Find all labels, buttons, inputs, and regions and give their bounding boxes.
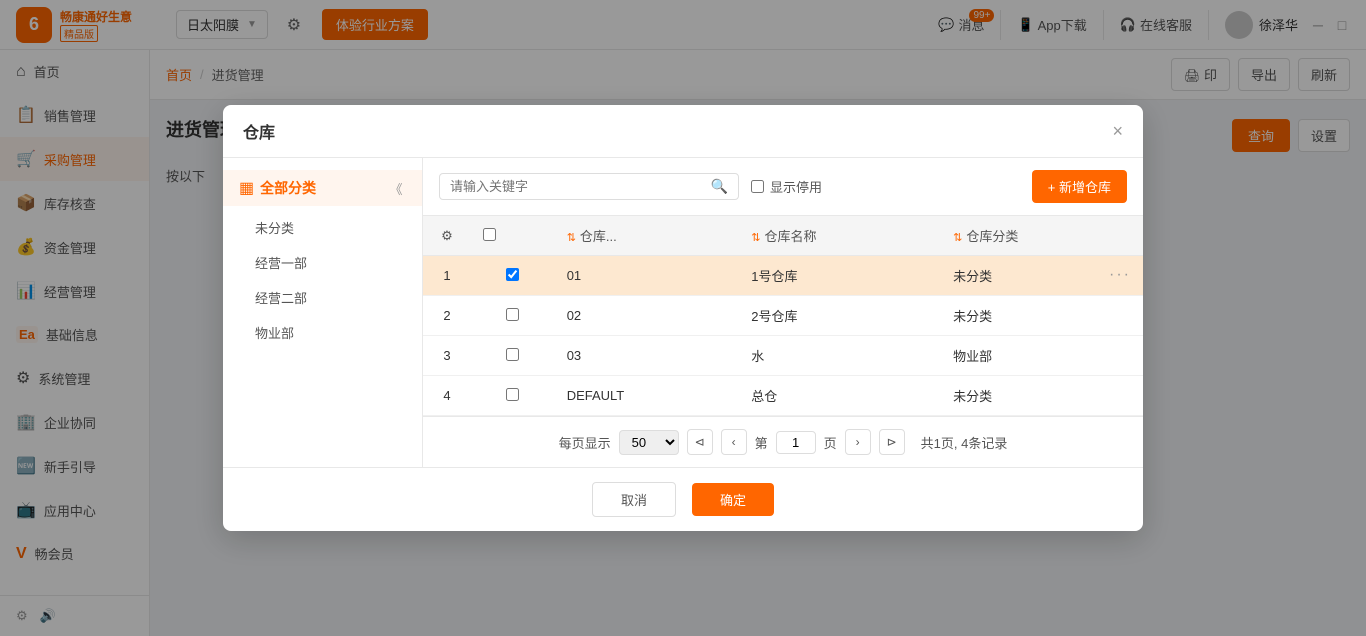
grid-icon: ▦ — [239, 178, 254, 198]
td-category: 未分类··· — [941, 256, 1143, 296]
category-item-ops1[interactable]: 经营一部 — [223, 245, 422, 280]
td-index: 1 — [423, 256, 471, 296]
prev-page-button[interactable]: ‹ — [721, 429, 747, 455]
td-name: 1号仓库 — [739, 256, 941, 296]
new-warehouse-button[interactable]: + 新增仓库 — [1032, 170, 1127, 203]
td-checkbox[interactable] — [471, 376, 555, 416]
td-code: 02 — [555, 296, 740, 336]
show-disabled-checkbox[interactable] — [751, 180, 764, 193]
gear-column-icon: ⚙ — [441, 228, 453, 243]
td-name: 2号仓库 — [739, 296, 941, 336]
modal-body: ▦ 全部分类 《 未分类 经营一部 经营二部 物业部 🔍 — [223, 158, 1143, 467]
warehouse-table: ⚙ ⇅仓库... ⇅仓库名称 ⇅仓库分类 1 01 1号仓库 未分类··· 2 … — [423, 216, 1143, 416]
th-category[interactable]: ⇅仓库分类 — [941, 216, 1143, 256]
th-code[interactable]: ⇅仓库... — [555, 216, 740, 256]
td-category: 未分类 — [941, 376, 1143, 416]
show-disabled-label: 显示停用 — [770, 177, 822, 196]
row-checkbox[interactable] — [506, 348, 519, 361]
th-checkbox — [471, 216, 555, 256]
table-row[interactable]: 1 01 1号仓库 未分类··· — [423, 256, 1143, 296]
category-header[interactable]: ▦ 全部分类 《 — [223, 170, 422, 206]
page-number-input[interactable] — [776, 431, 816, 454]
collapse-button[interactable]: 《 — [386, 178, 406, 198]
total-info: 共1页, 4条记录 — [921, 433, 1008, 452]
row-actions-button[interactable]: ··· — [1109, 266, 1131, 284]
confirm-button[interactable]: 确定 — [692, 483, 774, 516]
td-category: 物业部 — [941, 336, 1143, 376]
search-input-wrap[interactable]: 🔍 — [439, 173, 739, 200]
select-all-checkbox[interactable] — [483, 228, 496, 241]
category-header-label: 全部分类 — [260, 178, 316, 198]
td-checkbox[interactable] — [471, 256, 555, 296]
td-index: 2 — [423, 296, 471, 336]
td-code: 01 — [555, 256, 740, 296]
modal-footer: 取消 确定 — [223, 467, 1143, 531]
td-checkbox[interactable] — [471, 296, 555, 336]
sort-name-icon: ⇅ — [751, 232, 760, 244]
show-disabled-checkbox-label[interactable]: 显示停用 — [751, 177, 822, 196]
td-category: 未分类 — [941, 296, 1143, 336]
td-code: DEFAULT — [555, 376, 740, 416]
table-wrap: ⚙ ⇅仓库... ⇅仓库名称 ⇅仓库分类 1 01 1号仓库 未分类··· 2 … — [423, 216, 1143, 416]
td-index: 4 — [423, 376, 471, 416]
category-list: 未分类 经营一部 经营二部 物业部 — [223, 206, 422, 354]
search-icon: 🔍 — [711, 178, 728, 195]
right-panel: 🔍 显示停用 + 新增仓库 ⚙ — [423, 158, 1143, 467]
pagination: 每页显示 50 100 200 ⊲ ‹ 第 页 › ⊳ 共1页, 4条记录 — [423, 416, 1143, 467]
row-checkbox[interactable] — [506, 268, 519, 281]
next-page-button[interactable]: › — [845, 429, 871, 455]
search-bar: 🔍 显示停用 + 新增仓库 — [423, 158, 1143, 216]
td-index: 3 — [423, 336, 471, 376]
th-gear[interactable]: ⚙ — [423, 216, 471, 256]
category-panel: ▦ 全部分类 《 未分类 经营一部 经营二部 物业部 — [223, 158, 423, 467]
page-label: 第 — [755, 433, 768, 452]
td-checkbox[interactable] — [471, 336, 555, 376]
table-row[interactable]: 2 02 2号仓库 未分类 — [423, 296, 1143, 336]
td-code: 03 — [555, 336, 740, 376]
modal-overlay: 仓库 × ▦ 全部分类 《 未分类 经营一部 经营二部 物业部 — [0, 0, 1366, 636]
first-page-button[interactable]: ⊲ — [687, 429, 713, 455]
last-page-button[interactable]: ⊳ — [879, 429, 905, 455]
td-name: 总仓 — [739, 376, 941, 416]
table-row[interactable]: 4 DEFAULT 总仓 未分类 — [423, 376, 1143, 416]
page-suffix: 页 — [824, 433, 837, 452]
row-checkbox[interactable] — [506, 308, 519, 321]
cancel-button[interactable]: 取消 — [592, 482, 676, 517]
td-name: 水 — [739, 336, 941, 376]
per-page-label: 每页显示 — [559, 433, 611, 452]
th-name[interactable]: ⇅仓库名称 — [739, 216, 941, 256]
table-header-row: ⚙ ⇅仓库... ⇅仓库名称 ⇅仓库分类 — [423, 216, 1143, 256]
modal-title: 仓库 — [243, 119, 275, 143]
sort-category-icon: ⇅ — [953, 232, 962, 244]
per-page-select[interactable]: 50 100 200 — [619, 430, 679, 455]
category-item-property[interactable]: 物业部 — [223, 315, 422, 350]
search-input[interactable] — [450, 179, 705, 194]
sort-code-icon: ⇅ — [567, 232, 576, 244]
row-checkbox[interactable] — [506, 388, 519, 401]
category-item-unclassified[interactable]: 未分类 — [223, 210, 422, 245]
category-item-ops2[interactable]: 经营二部 — [223, 280, 422, 315]
modal-header: 仓库 × — [223, 105, 1143, 158]
modal-close-button[interactable]: × — [1112, 121, 1123, 142]
table-row[interactable]: 3 03 水 物业部 — [423, 336, 1143, 376]
warehouse-modal: 仓库 × ▦ 全部分类 《 未分类 经营一部 经营二部 物业部 — [223, 105, 1143, 531]
